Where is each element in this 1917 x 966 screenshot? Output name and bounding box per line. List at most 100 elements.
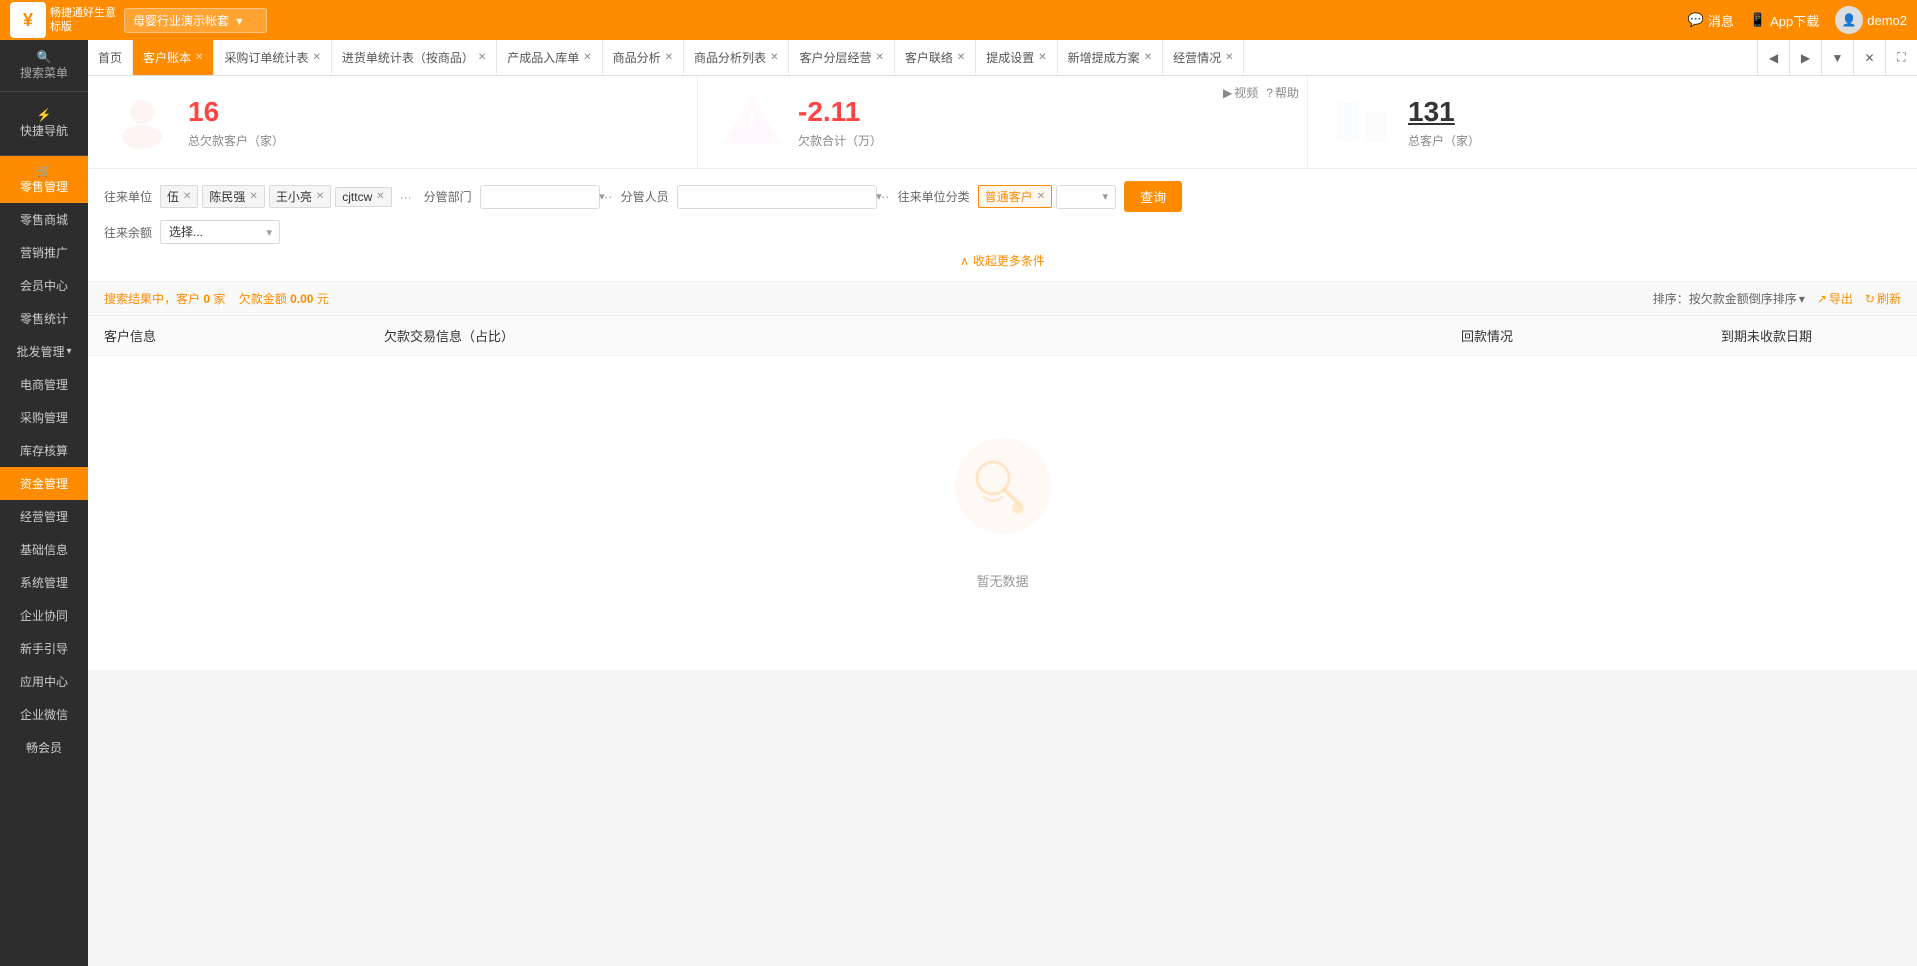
sort-button[interactable]: 排序：按欠款金额倒序排序 ▾ <box>1653 290 1805 307</box>
total-label: 总客户（家） <box>1408 132 1480 149</box>
sidebar-item-wholesale[interactable]: 批发管理 ▾ <box>0 335 88 368</box>
tag-wang: 王小亮 ✕ <box>269 185 331 208</box>
unit-type-select[interactable] <box>1056 185 1116 209</box>
tab-bar: 首页 客户账本 ✕ 采购订单统计表 ✕ 进货单统计表（按商品） ✕ 产成品入库单… <box>88 40 1917 76</box>
sidebar-item-app-center[interactable]: 应用中心 <box>0 665 88 698</box>
person-dots[interactable]: ··· <box>877 189 890 204</box>
export-button[interactable]: ↗ 导出 <box>1817 290 1853 307</box>
balance-select-wrapper: 选择... <box>160 220 280 244</box>
query-button[interactable]: 查询 <box>1124 181 1182 212</box>
debt-label: 欠款合计（万） <box>798 132 882 149</box>
empty-icon <box>953 436 1053 555</box>
unit-tags: 伍 ✕ 陈民强 ✕ 王小亮 ✕ <box>160 185 416 208</box>
sidebar-item-basic-info[interactable]: 基础信息 <box>0 533 88 566</box>
tab-close-operations[interactable]: ✕ <box>1225 52 1233 63</box>
message-btn[interactable]: 💬 消息 <box>1688 11 1734 30</box>
sidebar: 🔍 搜索菜单 ⚡ 快捷导航 🛒 零售管理 零售商城 营销推广 <box>0 40 88 966</box>
sidebar-item-retail[interactable]: 🛒 零售管理 <box>0 156 88 203</box>
logo-icon: ¥ <box>10 2 46 38</box>
tab-close-customer[interactable]: ✕ <box>195 52 203 63</box>
dept-select[interactable] <box>480 185 600 209</box>
help-btn[interactable]: ? 帮助 <box>1266 84 1299 101</box>
sidebar-item-enterprise[interactable]: 企业协同 <box>0 599 88 632</box>
tab-commission-settings[interactable]: 提成设置 ✕ <box>976 40 1057 76</box>
tab-close-segment[interactable]: ✕ <box>875 52 883 63</box>
tab-fullscreen-btn[interactable]: ⛶ <box>1885 40 1917 76</box>
unit-type-label: 往来单位分类 <box>898 188 970 205</box>
tag-close-chen[interactable]: ✕ <box>249 191 257 202</box>
col-overdue-date: 到期未收款日期 <box>1721 326 1901 345</box>
refresh-icon: ↻ <box>1865 292 1875 306</box>
sidebar-nav-shortcut[interactable]: ⚡ 快捷导航 <box>0 92 88 156</box>
tab-prev-btn[interactable]: ◀ <box>1757 40 1789 76</box>
tenant-selector[interactable]: 母婴行业演示帐套 ▾ <box>124 8 267 33</box>
tab-new-commission[interactable]: 新增提成方案 ✕ <box>1058 40 1163 76</box>
tab-product-stock[interactable]: 产成品入库单 ✕ <box>497 40 602 76</box>
tab-close-goods-list[interactable]: ✕ <box>770 52 778 63</box>
tab-operations[interactable]: 经营情况 ✕ <box>1163 40 1244 76</box>
tag-close-wu[interactable]: ✕ <box>183 191 191 202</box>
sidebar-item-member[interactable]: 会员中心 <box>0 269 88 302</box>
tab-close-inventory[interactable]: ✕ <box>478 52 486 63</box>
app-download-btn[interactable]: 📱 App下载 <box>1750 11 1819 30</box>
sidebar-item-inventory[interactable]: 库存核算 <box>0 434 88 467</box>
summary-card-customers: 16 总欠款客户（家） <box>88 76 698 168</box>
sidebar-item-marketing[interactable]: 营销推广 <box>0 236 88 269</box>
tab-close-stock[interactable]: ✕ <box>583 52 591 63</box>
refresh-button[interactable]: ↻ 刷新 <box>1865 290 1901 307</box>
tab-close-contact[interactable]: ✕ <box>957 52 965 63</box>
customers-value: 16 <box>188 96 284 128</box>
sidebar-item-vip-member[interactable]: 畅会员 <box>0 731 88 764</box>
tab-home[interactable]: 首页 <box>88 40 133 76</box>
sidebar-item-quicknav[interactable]: ⚡ 快捷导航 <box>0 100 88 147</box>
top-bar-right: 💬 消息 📱 App下载 👤 demo2 <box>1688 6 1907 34</box>
user-avatar-btn[interactable]: 👤 demo2 <box>1835 6 1907 34</box>
message-icon: 💬 <box>1688 12 1704 28</box>
col-debt-info: 欠款交易信息（占比） <box>384 326 1461 345</box>
tab-close-all-btn[interactable]: ✕ <box>1853 40 1885 76</box>
tab-customer-contact[interactable]: 客户联络 ✕ <box>895 40 976 76</box>
app-container: ¥ 畅捷通好生意 标版 母婴行业演示帐套 ▾ 💬 消息 📱 App下载 <box>0 0 1917 966</box>
sidebar-item-ecommerce[interactable]: 电商管理 <box>0 368 88 401</box>
tab-close-purchase[interactable]: ✕ <box>312 52 320 63</box>
tab-inventory-stats[interactable]: 进货单统计表（按商品） ✕ <box>332 40 497 76</box>
sidebar-item-purchase[interactable]: 采购管理 <box>0 401 88 434</box>
sidebar-item-finance[interactable]: 资金管理 <box>0 467 88 500</box>
sidebar-item-enterprise-wechat[interactable]: 企业微信 <box>0 698 88 731</box>
question-icon: ? <box>1266 86 1273 100</box>
sidebar-item-sys-mgmt[interactable]: 系统管理 <box>0 566 88 599</box>
tab-next-btn[interactable]: ▶ <box>1789 40 1821 76</box>
play-icon: ▶ <box>1223 86 1232 100</box>
tab-customer-segment[interactable]: 客户分层经营 ✕ <box>789 40 894 76</box>
tag-close-normal[interactable]: ✕ <box>1037 191 1045 202</box>
tab-close-commission[interactable]: ✕ <box>1038 52 1046 63</box>
table-header: 客户信息 欠款交易信息（占比） 回款情况 到期未收款日期 <box>88 316 1917 356</box>
tag-close-cjttcw[interactable]: ✕ <box>376 191 384 202</box>
filter-row-2: 往来余额 选择... <box>104 220 1901 244</box>
debt-value: -2.11 <box>798 96 882 128</box>
tag-close-wang[interactable]: ✕ <box>316 191 324 202</box>
sidebar-item-retail-stats[interactable]: 零售统计 <box>0 302 88 335</box>
tab-customer[interactable]: 客户账本 ✕ <box>133 40 214 76</box>
card-data-total: 131 总客户（家） <box>1408 96 1480 149</box>
more-tags-btn[interactable]: ··· <box>396 188 416 206</box>
collapse-filter-btn[interactable]: ∧ 收起更多条件 <box>104 252 1901 269</box>
sidebar-item-operations-mgr[interactable]: 经营管理 <box>0 500 88 533</box>
tag-chen: 陈民强 ✕ <box>202 185 264 208</box>
tab-close-new-commission[interactable]: ✕ <box>1144 52 1152 63</box>
tab-goods-analysis[interactable]: 商品分析 ✕ <box>603 40 684 76</box>
balance-select[interactable]: 选择... <box>160 220 280 244</box>
person-select[interactable] <box>677 185 877 209</box>
tab-menu-btn[interactable]: ▼ <box>1821 40 1853 76</box>
video-btn[interactable]: ▶ 视频 <box>1223 84 1258 101</box>
tab-close-goods[interactable]: ✕ <box>665 52 673 63</box>
retail-icon: 🛒 <box>37 164 52 178</box>
dept-dots[interactable]: ··· <box>600 189 613 204</box>
sidebar-item-retail-mall[interactable]: 零售商城 <box>0 203 88 236</box>
tag-normal-customer: 普通客户 ✕ <box>978 185 1052 208</box>
results-info: 搜索结果中，客户 0 家 欠款金额 0.00 元 <box>104 290 329 307</box>
sidebar-search[interactable]: 🔍 搜索菜单 <box>0 40 88 92</box>
sidebar-item-new-guide[interactable]: 新手引导 <box>0 632 88 665</box>
tab-goods-analysis-list[interactable]: 商品分析列表 ✕ <box>684 40 789 76</box>
tab-purchase-order[interactable]: 采购订单统计表 ✕ <box>214 40 331 76</box>
